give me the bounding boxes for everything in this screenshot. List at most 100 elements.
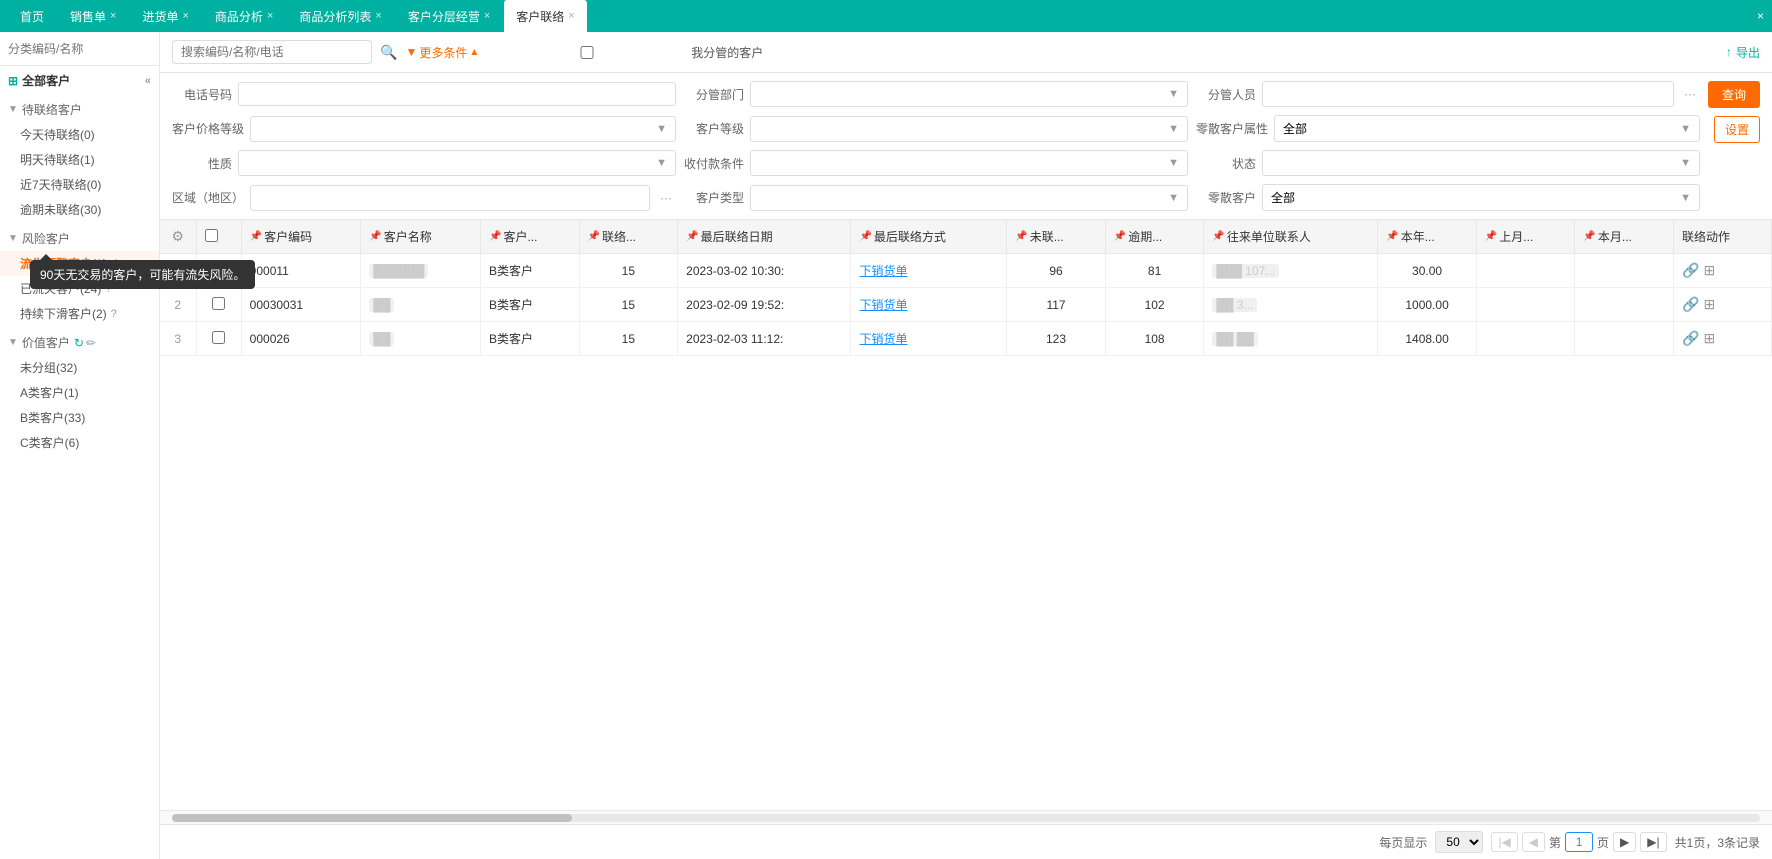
col-header-code[interactable]: 📌 客户编码 xyxy=(241,220,361,254)
col-header-contact[interactable]: 📌 联络... xyxy=(579,220,678,254)
action-menu-icon[interactable]: ⊞ xyxy=(1703,262,1715,279)
my-customers-checkbox-label[interactable]: 我分管的客户 xyxy=(487,44,763,61)
row-last-way[interactable]: 下销货单 xyxy=(851,322,1007,356)
col-header-type[interactable]: 📌 客户... xyxy=(480,220,579,254)
horizontal-scrollbar[interactable] xyxy=(160,810,1772,824)
sidebar-item-c-class[interactable]: C类客户(6) xyxy=(0,430,159,455)
product-list-close-icon[interactable]: × xyxy=(375,10,381,22)
filter-retail-attr-select[interactable]: 全部 ▼ xyxy=(1274,115,1700,142)
my-customers-checkbox[interactable] xyxy=(487,46,687,59)
action-link-icon[interactable]: 🔗 xyxy=(1682,330,1699,347)
col-header-uncontacted[interactable]: 📌 未联... xyxy=(1007,220,1106,254)
sidebar-all-customers[interactable]: ⊞ 全部客户 « xyxy=(0,66,159,95)
nav-tab-sales[interactable]: 销售单 × xyxy=(58,0,128,32)
current-page-input[interactable] xyxy=(1565,832,1593,852)
action-menu-icon[interactable]: ⊞ xyxy=(1703,330,1715,347)
row-checkbox[interactable] xyxy=(196,288,241,322)
first-page-button[interactable]: |◀ xyxy=(1491,832,1517,852)
row-this-month xyxy=(1575,254,1674,288)
col-header-overdue[interactable]: 📌 逾期... xyxy=(1105,220,1204,254)
sidebar-group-label-risk[interactable]: ▼ 风险客户 xyxy=(0,226,159,251)
nav-tab-customer-segments[interactable]: 客户分层经营 × xyxy=(396,0,502,32)
nav-tab-product-analysis[interactable]: 商品分析 × xyxy=(203,0,285,32)
setting-button[interactable]: 设置 xyxy=(1714,116,1760,143)
sales-label: 销售单 xyxy=(70,8,106,25)
scroll-thumb[interactable] xyxy=(172,814,572,822)
main-search-button[interactable]: 🔍 xyxy=(380,44,397,61)
sidebar-item-today[interactable]: 今天待联络(0) xyxy=(0,122,159,147)
row-select-checkbox[interactable] xyxy=(212,331,225,344)
col-header-last-date[interactable]: 📌 最后联络日期 xyxy=(678,220,851,254)
row-checkbox[interactable] xyxy=(196,322,241,356)
query-button[interactable]: 查询 xyxy=(1708,81,1760,108)
product-analysis-close-icon[interactable]: × xyxy=(267,10,273,22)
nav-tab-customer-contact[interactable]: 客户联络 × xyxy=(504,0,586,32)
content-area: 🔍 ▼ 更多条件 ▲ 我分管的客户 ↑ 导出 xyxy=(160,32,1772,859)
prev-page-button[interactable]: ◀ xyxy=(1522,832,1545,852)
filter-region-select[interactable] xyxy=(250,185,650,211)
refresh-icon-value[interactable]: ↻ xyxy=(74,336,84,350)
col-checkbox[interactable] xyxy=(196,220,241,254)
customer-contact-close-icon[interactable]: × xyxy=(568,10,574,22)
sidebar-item-b-class[interactable]: B类客户(33) xyxy=(0,405,159,430)
action-link-icon[interactable]: 🔗 xyxy=(1682,262,1699,279)
filter-customer-grade-label: 客户等级 xyxy=(684,120,744,137)
select-all-checkbox[interactable] xyxy=(205,229,218,242)
edit-icon-value[interactable]: ✏ xyxy=(86,336,96,350)
retail-attr-chevron-icon: ▼ xyxy=(1680,123,1691,135)
filter-price-grade-select[interactable]: ▼ xyxy=(250,116,676,142)
col-header-last-way[interactable]: 📌 最后联络方式 xyxy=(851,220,1007,254)
sidebar-group-label-value[interactable]: ▼ 价值客户 ↻ ✏ xyxy=(0,330,159,355)
nav-tab-product-list[interactable]: 商品分析列表 × xyxy=(287,0,393,32)
col-header-last-month[interactable]: 📌 上月... xyxy=(1476,220,1575,254)
row-last-way[interactable]: 下销货单 xyxy=(851,254,1007,288)
row-this-month xyxy=(1575,288,1674,322)
export-button[interactable]: ↑ 导出 xyxy=(1726,44,1760,61)
col-header-name[interactable]: 📌 客户名称 xyxy=(361,220,481,254)
col-header-contact-person[interactable]: 📌 往来单位联系人 xyxy=(1204,220,1378,254)
row-name: ██████ xyxy=(361,254,481,288)
filter-nature-select[interactable]: ▼ xyxy=(238,150,676,176)
sidebar-search-input[interactable] xyxy=(8,42,160,56)
sidebar-item-a-class[interactable]: A类客户(1) xyxy=(0,380,159,405)
col-header-this-year[interactable]: 📌 本年... xyxy=(1378,220,1477,254)
grid-icon: ⊞ xyxy=(8,74,18,88)
close-all-button[interactable]: × xyxy=(1757,7,1764,25)
filter-retail-customer-select[interactable]: 全部 ▼ xyxy=(1262,184,1700,211)
more-conditions-btn[interactable]: ▼ 更多条件 ▲ xyxy=(405,44,479,61)
sidebar-group-risk: ▼ 风险客户 流失预警客户(3) ⚠ 90天无交易的客户，可能有流失风险。 已流… xyxy=(0,224,159,328)
main-search-input[interactable] xyxy=(172,40,372,64)
contact-pin-icon: 📌 xyxy=(588,231,600,242)
purchase-close-icon[interactable]: × xyxy=(182,10,188,22)
settings-gear-icon[interactable]: ⚙ xyxy=(171,228,184,244)
sidebar-item-tomorrow[interactable]: 明天待联络(1) xyxy=(0,147,159,172)
filter-dept-select[interactable]: ▼ xyxy=(750,81,1188,107)
row-select-checkbox[interactable] xyxy=(212,297,225,310)
sidebar-item-unclassified[interactable]: 未分组(32) xyxy=(0,355,159,380)
filter-payment-select[interactable]: ▼ xyxy=(750,150,1188,176)
sidebar-item-overdue[interactable]: 逾期未联络(30) xyxy=(0,197,159,222)
col-header-this-month[interactable]: 📌 本月... xyxy=(1575,220,1674,254)
region-dots-icon[interactable]: ··· xyxy=(656,191,676,205)
col-settings[interactable]: ⚙ xyxy=(160,220,196,254)
last-page-button[interactable]: ▶| xyxy=(1640,832,1666,852)
sidebar-item-7days[interactable]: 近7天待联络(0) xyxy=(0,172,159,197)
filter-customer-type-select[interactable]: ▼ xyxy=(750,185,1188,211)
next-page-button[interactable]: ▶ xyxy=(1613,832,1636,852)
sales-close-icon[interactable]: × xyxy=(110,10,116,22)
nav-tab-purchase[interactable]: 进货单 × xyxy=(130,0,200,32)
filter-status-select[interactable]: ▼ xyxy=(1262,150,1700,176)
manager-dots-icon[interactable]: ··· xyxy=(1680,87,1700,101)
customer-segments-close-icon[interactable]: × xyxy=(484,10,490,22)
row-last-way[interactable]: 下销货单 xyxy=(851,288,1007,322)
per-page-select[interactable]: 50 xyxy=(1435,831,1483,853)
action-link-icon[interactable]: 🔗 xyxy=(1682,296,1699,313)
filter-customer-grade-select[interactable]: ▼ xyxy=(750,116,1188,142)
sidebar-group-label-pending[interactable]: ▼ 待联络客户 xyxy=(0,97,159,122)
nav-tab-home[interactable]: 首页 xyxy=(8,0,56,32)
filter-manager-select[interactable] xyxy=(1262,81,1674,107)
sidebar-item-downturn[interactable]: 持续下滑客户(2) ? xyxy=(0,301,159,326)
filter-phone-input[interactable] xyxy=(238,82,676,106)
downturn-info-icon: ? xyxy=(111,308,117,320)
action-menu-icon[interactable]: ⊞ xyxy=(1703,296,1715,313)
